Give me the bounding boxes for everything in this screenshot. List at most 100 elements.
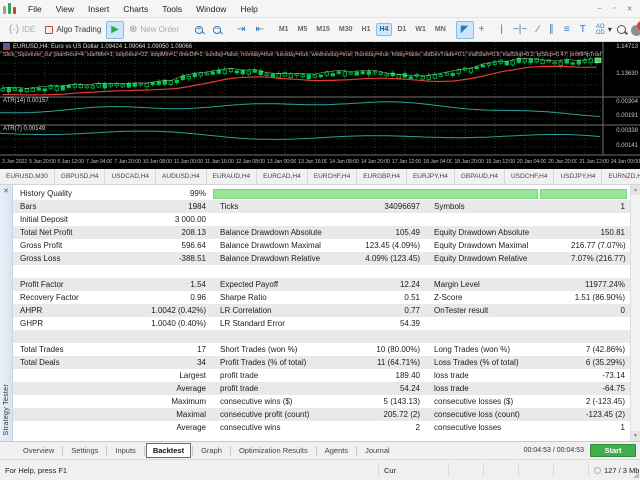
tester-row[interactable]: Gross Profit 596.64 Balance Drawdown Maxim… <box>13 239 630 252</box>
panel-close-icon[interactable]: ✕ <box>3 185 9 195</box>
menu-item-view[interactable]: View <box>49 2 81 16</box>
text-tool-button[interactable]: T <box>575 21 591 39</box>
chart-tab-eurusd-m30[interactable]: EURUSD,M30 <box>0 169 55 184</box>
stat-label: Recovery Factor <box>20 293 79 302</box>
tester-row[interactable]: AHPR 1.0042 (0.42%) LR Correlation 0.77 OnTe… <box>13 304 630 317</box>
tester-row[interactable]: Profit Factor 1.54 Expected Payoff 12.24 Mar… <box>13 278 630 291</box>
tester-tab-journal[interactable]: Journal <box>358 443 397 458</box>
resize-grip[interactable]: ◢ <box>633 470 639 479</box>
timeframe-button-m5[interactable]: M5 <box>294 23 312 36</box>
menu-item-window[interactable]: Window <box>189 2 233 16</box>
tester-row[interactable]: Maximal consecutive profit (count) 205.72 … <box>13 408 630 421</box>
tester-tab-backtest[interactable]: Backtest <box>145 443 192 458</box>
chart-tab-eurnzd-h4[interactable]: EURNZD,H4 <box>602 169 640 184</box>
chart-tab-usdjpy-h4[interactable]: USDJPY,H4 <box>554 169 603 184</box>
tester-tab-graph[interactable]: Graph <box>194 443 229 458</box>
stat-label <box>211 330 357 343</box>
stat-value: 34096697 <box>384 202 420 211</box>
stat-label: Expected Payoff <box>220 280 279 289</box>
objects-tool-button[interactable]: AO OD ▾ <box>591 21 617 39</box>
zoom-in-button[interactable]: + <box>190 21 208 39</box>
shift-end-button[interactable]: ⇥ <box>232 21 250 39</box>
tester-row[interactable]: History Quality 99% <box>13 187 630 200</box>
tester-tab-settings[interactable]: Settings <box>64 443 105 458</box>
tester-row[interactable]: Recovery Factor 0.96 Sharpe Ratio 0.51 Z-Sco… <box>13 291 630 304</box>
restore-button[interactable]: ▫ <box>608 3 621 14</box>
start-button[interactable]: Start <box>590 444 636 457</box>
tester-row[interactable]: Average consecutive wins 2 consecutive loss… <box>13 421 630 434</box>
tester-row[interactable]: Largest profit trade 189.40 loss trade -73.1… <box>13 369 630 382</box>
horizontal-line-tool-button[interactable]: −|− <box>508 21 532 39</box>
chart-tab-audusd-h4[interactable]: AUDUSD,H4 <box>156 169 207 184</box>
tester-row[interactable] <box>13 265 630 278</box>
tester-row[interactable]: Total Trades 17 Short Trades (won %) 10 (80… <box>13 343 630 356</box>
shift-back-button[interactable]: ⇤ <box>250 21 268 39</box>
timeframe-button-mn[interactable]: MN <box>431 23 450 36</box>
menu-item-file[interactable]: File <box>21 2 49 16</box>
results-scrollbar[interactable]: ▲ ▼ <box>630 185 640 441</box>
time-axis-label: 14 Jan 20:00 <box>360 159 390 165</box>
tester-row[interactable]: Initial Deposit 3 000.00 <box>13 213 630 226</box>
chart-tab-gbpusd-h4[interactable]: GBPUSD,H4 <box>55 169 106 184</box>
tester-tab-agents[interactable]: Agents <box>318 443 355 458</box>
algo-trading-button[interactable]: Algo Trading <box>40 21 106 39</box>
stat-label: Bars <box>20 202 37 211</box>
fibonacci-tool-button[interactable]: ≡ <box>559 21 575 39</box>
menu-item-tools[interactable]: Tools <box>155 2 189 16</box>
chart-tab-eurjpy-h4[interactable]: EURJPY,H4 <box>407 169 455 184</box>
new-order-button[interactable]: ⊕ New Order <box>124 21 184 39</box>
timeframe-button-d1[interactable]: D1 <box>393 23 410 36</box>
menu-items: File View Insert Charts Tools Window Help <box>21 2 265 16</box>
chart-tab-eurchf-h4[interactable]: EURCHF,H4 <box>308 169 358 184</box>
cursor-tool-button[interactable]: ◤ <box>455 20 474 39</box>
menu-item-help[interactable]: Help <box>233 2 264 16</box>
minimize-button[interactable]: – <box>593 3 606 14</box>
time-axis-label: 7 Jan 20:00 <box>114 159 141 165</box>
zoom-out-button[interactable]: − <box>208 21 226 39</box>
chart-tab-eurgbp-h4[interactable]: EURGBP,H4 <box>357 169 407 184</box>
scroll-down-icon[interactable]: ▼ <box>630 431 640 441</box>
chart-tab-gbpaud-h4[interactable]: GBPAUD,H4 <box>455 169 505 184</box>
tester-row[interactable]: Maximum consecutive wins ($) 5 (143.13) con… <box>13 395 630 408</box>
stat-value: Maximal <box>176 410 206 419</box>
crosshair-tool-button[interactable]: + <box>474 21 490 39</box>
tester-row[interactable] <box>13 330 630 343</box>
menu-item-insert[interactable]: Insert <box>81 2 116 16</box>
tester-row[interactable]: GHPR 1.0040 (0.40%) LR Standard Error 54.39 <box>13 317 630 330</box>
algo-play-toggle[interactable]: ▶ <box>106 20 124 39</box>
timeframe-button-m30[interactable]: M30 <box>335 23 357 36</box>
search-icon[interactable] <box>616 25 626 34</box>
tester-tab-inputs[interactable]: Inputs <box>108 443 142 458</box>
close-button[interactable]: ✕ <box>623 3 636 14</box>
channel-tool-button[interactable]: ∥ <box>544 21 559 39</box>
tester-row[interactable]: Total Deals 34 Profit Trades (% of total) 1… <box>13 356 630 369</box>
chart-tab-usdchf-h4[interactable]: USDCHF,H4 <box>505 169 555 184</box>
time-axis-label: 17 Jan 12:00 <box>391 159 422 165</box>
stat-label: loss trade <box>434 384 469 393</box>
toolbar: (·) IDE Algo Trading ▶ ⊕ New Order + − ⇥… <box>0 18 640 42</box>
scroll-up-icon[interactable]: ▲ <box>630 185 640 195</box>
chart-tab-usdcad-h4[interactable]: USDCAD,H4 <box>105 169 157 184</box>
tester-row[interactable]: Gross Loss -388.51 Balance Drawdown Relati… <box>13 252 630 265</box>
menu-item-charts[interactable]: Charts <box>116 2 155 16</box>
chart-tab-eurcad-h4[interactable]: EURCAD,H4 <box>257 169 308 184</box>
tester-row[interactable]: Total Net Profit 208.13 Balance Drawdown A… <box>13 226 630 239</box>
tester-tab-overview[interactable]: Overview <box>16 443 61 458</box>
timeframe-button-h1[interactable]: H1 <box>358 23 375 36</box>
timeframe-button-h4[interactable]: H4 <box>375 23 393 36</box>
tester-row[interactable]: Bars 1984 Ticks 34096697 Symbols 1 <box>13 200 630 213</box>
strategy-tester-panel: ✕ Strategy Tester History Quality 99% Bars… <box>0 185 640 442</box>
chart-tab-euraud-h4[interactable]: EURAUD,H4 <box>207 169 258 184</box>
timeframe-button-m15[interactable]: M15 <box>312 23 334 36</box>
tester-row[interactable]: Average profit trade 54.24 loss trade -64.75 <box>13 382 630 395</box>
chart-area[interactable]: EURUSD,H4: Euro vs US Dollar 1.09424 1.0… <box>0 42 640 169</box>
tester-tab-optimization-results[interactable]: Optimization Results <box>232 443 315 458</box>
timeframe-button-w1[interactable]: W1 <box>411 23 430 36</box>
metaeditor-ide-button[interactable]: (·) IDE <box>4 21 40 39</box>
stat-label: Z-Score <box>434 293 463 302</box>
notifications-button[interactable]: 1 <box>630 21 640 36</box>
vertical-line-tool-button[interactable]: | <box>495 21 508 39</box>
tab-separator <box>62 445 64 456</box>
timeframe-button-m1[interactable]: M1 <box>275 23 293 36</box>
trendline-tool-button[interactable]: ∕ <box>532 21 544 39</box>
